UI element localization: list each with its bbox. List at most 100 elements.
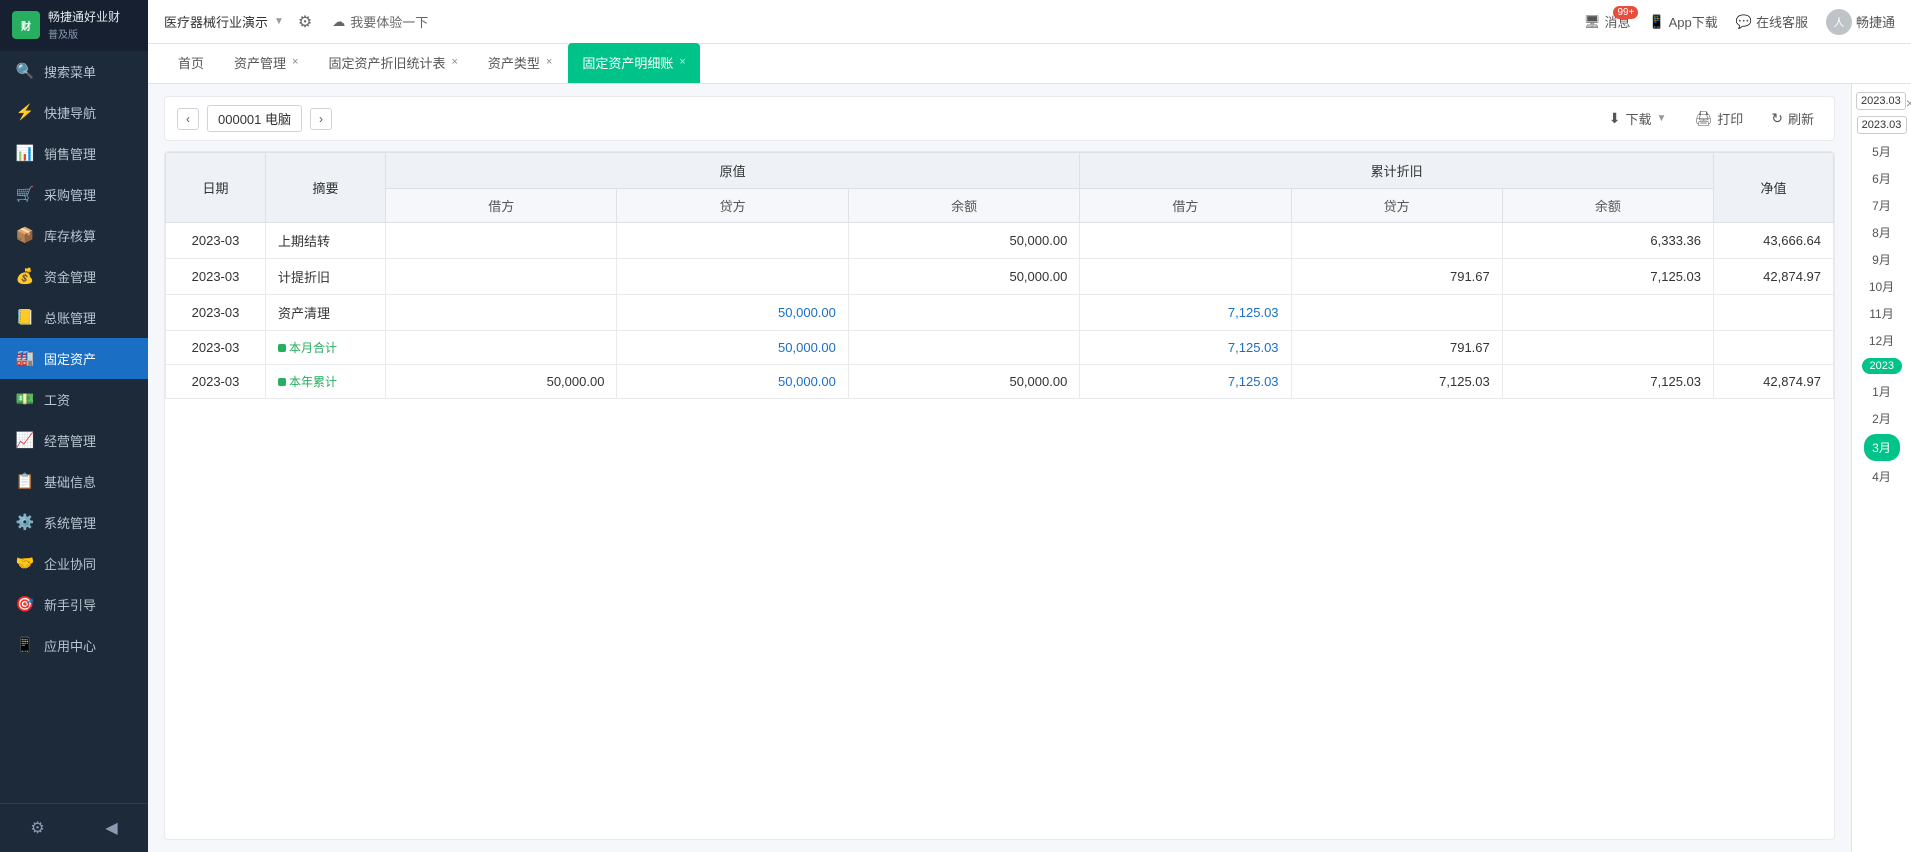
download-btn[interactable]: ⬇ 下载 ▼: [1601, 105, 1675, 132]
app-download-icon: 📱: [1648, 14, 1664, 30]
sidebar-item-purchase[interactable]: 🛒 采购管理: [0, 174, 148, 215]
cell-ad-debit[interactable]: 7,125.03: [1080, 295, 1291, 331]
rp-header-date1[interactable]: 2023.03: [1856, 92, 1906, 110]
cell-ad-debit[interactable]: 7,125.03: [1080, 365, 1291, 399]
user-name: 畅捷通: [1856, 12, 1895, 31]
cell-ov-credit[interactable]: 50,000.00: [617, 295, 848, 331]
cell-ov-credit: [617, 259, 848, 295]
sidebar-item-operations[interactable]: 📈 经营管理: [0, 420, 148, 461]
rp-month-past[interactable]: 12月: [1865, 327, 1898, 354]
company-dropdown-icon: ▼: [274, 16, 284, 27]
cell-ov-credit[interactable]: 50,000.00: [617, 365, 848, 399]
cell-summary: 计提折旧: [266, 259, 386, 295]
print-btn[interactable]: 🖨 打印: [1686, 105, 1751, 132]
app-download-label: App下载: [1669, 12, 1718, 31]
rp-month-past[interactable]: 5月: [1865, 138, 1898, 165]
cell-ad-debit: [1080, 223, 1291, 259]
cell-ov-balance: [848, 295, 1079, 331]
cell-ad-debit[interactable]: 7,125.03: [1080, 331, 1291, 365]
rp-header-date2[interactable]: 2023.03: [1857, 116, 1907, 134]
sidebar-item-ledger[interactable]: 📒 总账管理: [0, 297, 148, 338]
rp-month-past[interactable]: 6月: [1865, 165, 1898, 192]
sidebar-item-label: 采购管理: [44, 185, 96, 204]
operations-icon: 📈: [16, 431, 34, 449]
cell-summary: 资产清理: [266, 295, 386, 331]
tab-home[interactable]: 首页: [164, 43, 218, 83]
logo-subtitle: 普及版: [48, 26, 120, 41]
rp-month-current[interactable]: 1月: [1864, 378, 1900, 405]
cell-ad-credit: 791.67: [1291, 331, 1502, 365]
tab-asset-type[interactable]: 资产类型 ×: [474, 43, 566, 83]
rp-close-icon[interactable]: ×: [1906, 95, 1911, 111]
settings-bottom-icon[interactable]: ⚙: [24, 812, 50, 844]
sidebar-item-label: 工资: [44, 390, 70, 409]
sidebar-item-label: 总账管理: [44, 308, 96, 327]
tab-asset-management[interactable]: 资产管理 ×: [220, 43, 312, 83]
sidebar-item-search[interactable]: 🔍 搜索菜单: [0, 51, 148, 92]
rp-month-current[interactable]: 2月: [1864, 405, 1900, 432]
rp-month-past[interactable]: 10月: [1865, 273, 1898, 300]
rp-month-past[interactable]: 11月: [1865, 300, 1898, 327]
cell-ov-credit: [617, 223, 848, 259]
sidebar-item-system[interactable]: ⚙️ 系统管理: [0, 502, 148, 543]
sidebar-item-label: 应用中心: [44, 636, 96, 655]
tab-asset-type-close[interactable]: ×: [546, 56, 552, 68]
table-wrapper: 日期 摘要 原值 累计折旧 净值 借方 贷方 余额 借方 贷方 余额: [164, 151, 1835, 840]
topbar-right: 🖥 消息 99+ 📱 App下载 💬 在线客服 人 畅捷通: [1584, 9, 1895, 35]
sidebar-item-label: 搜索菜单: [44, 62, 96, 81]
online-service-label: 在线客服: [1756, 12, 1808, 31]
tab-asset-type-label: 资产类型: [488, 53, 540, 72]
sidebar-item-funds[interactable]: 💰 资金管理: [0, 256, 148, 297]
cell-ov-debit: [386, 259, 617, 295]
app-download-btn[interactable]: 📱 App下载: [1648, 12, 1717, 31]
topbar-settings-icon[interactable]: ⚙: [298, 12, 312, 32]
tab-asset-ledger-close[interactable]: ×: [679, 56, 685, 68]
toolbar-right: ⬇ 下载 ▼ 🖨 打印 ↻ 刷新: [1601, 105, 1822, 132]
cell-net-value: 42,874.97: [1714, 365, 1834, 399]
table-row: 2023-03 资产清理 50,000.00 7,125.03: [166, 295, 1834, 331]
sidebar-item-inventory[interactable]: 📦 库存核算: [0, 215, 148, 256]
cell-summary: 本月合计: [266, 331, 386, 365]
rp-month-past[interactable]: 8月: [1865, 219, 1898, 246]
sidebar-item-quicknav[interactable]: ⚡ 快捷导航: [0, 92, 148, 133]
message-icon: 🖥: [1584, 14, 1601, 30]
cell-net-value: [1714, 295, 1834, 331]
basic-info-icon: 📋: [16, 472, 34, 490]
sidebar-item-collab[interactable]: 🤝 企业协同: [0, 543, 148, 584]
rp-month-current[interactable]: 3月: [1864, 434, 1900, 461]
experience-btn[interactable]: ☁ 我要体验一下: [332, 12, 428, 31]
col-header-summary: 摘要: [266, 153, 386, 223]
user-area[interactable]: 人 畅捷通: [1826, 9, 1895, 35]
tab-depreciation-stats-close[interactable]: ×: [451, 56, 457, 68]
guide-icon: 🎯: [16, 595, 34, 613]
cell-ad-credit: [1291, 223, 1502, 259]
collapse-sidebar-icon[interactable]: ◀: [99, 812, 123, 844]
sidebar-item-basic-info[interactable]: 📋 基础信息: [0, 461, 148, 502]
sidebar-logo: 财 畅捷通好业财 普及版: [0, 0, 148, 51]
tab-asset-management-close[interactable]: ×: [292, 56, 298, 68]
refresh-btn[interactable]: ↻ 刷新: [1763, 105, 1822, 132]
rp-month-current[interactable]: 4月: [1864, 463, 1900, 490]
sidebar-item-label: 经营管理: [44, 431, 96, 450]
prev-asset-btn[interactable]: ‹: [177, 108, 199, 130]
sidebar-item-salary[interactable]: 💵 工资: [0, 379, 148, 420]
message-btn[interactable]: 🖥 消息 99+: [1584, 12, 1631, 31]
main-area: 医疗器械行业演示 ▼ ⚙ ☁ 我要体验一下 🖥 消息 99+ 📱 App下载 💬…: [148, 0, 1911, 852]
sidebar-item-fixed-assets[interactable]: 🏭 固定资产: [0, 338, 148, 379]
rp-month-past[interactable]: 9月: [1865, 246, 1898, 273]
company-selector[interactable]: 医疗器械行业演示 ▼: [164, 12, 284, 31]
online-service-btn[interactable]: 💬 在线客服: [1736, 12, 1808, 31]
rp-months-past: 5月6月7月8月9月10月11月12月: [1865, 138, 1898, 354]
tab-depreciation-stats[interactable]: 固定资产折旧统计表 ×: [314, 43, 471, 83]
sidebar-item-guide[interactable]: 🎯 新手引导: [0, 584, 148, 625]
funds-icon: 💰: [16, 267, 34, 285]
cell-ov-debit: [386, 223, 617, 259]
sidebar-item-label: 快捷导航: [44, 103, 96, 122]
sidebar-item-sales[interactable]: 📊 销售管理: [0, 133, 148, 174]
search-icon: 🔍: [16, 62, 34, 80]
tab-asset-ledger[interactable]: 固定资产明细账 ×: [568, 43, 699, 83]
next-asset-btn[interactable]: ›: [310, 108, 332, 130]
rp-month-past[interactable]: 7月: [1865, 192, 1898, 219]
sidebar-item-appstore[interactable]: 📱 应用中心: [0, 625, 148, 666]
cell-ov-credit[interactable]: 50,000.00: [617, 331, 848, 365]
